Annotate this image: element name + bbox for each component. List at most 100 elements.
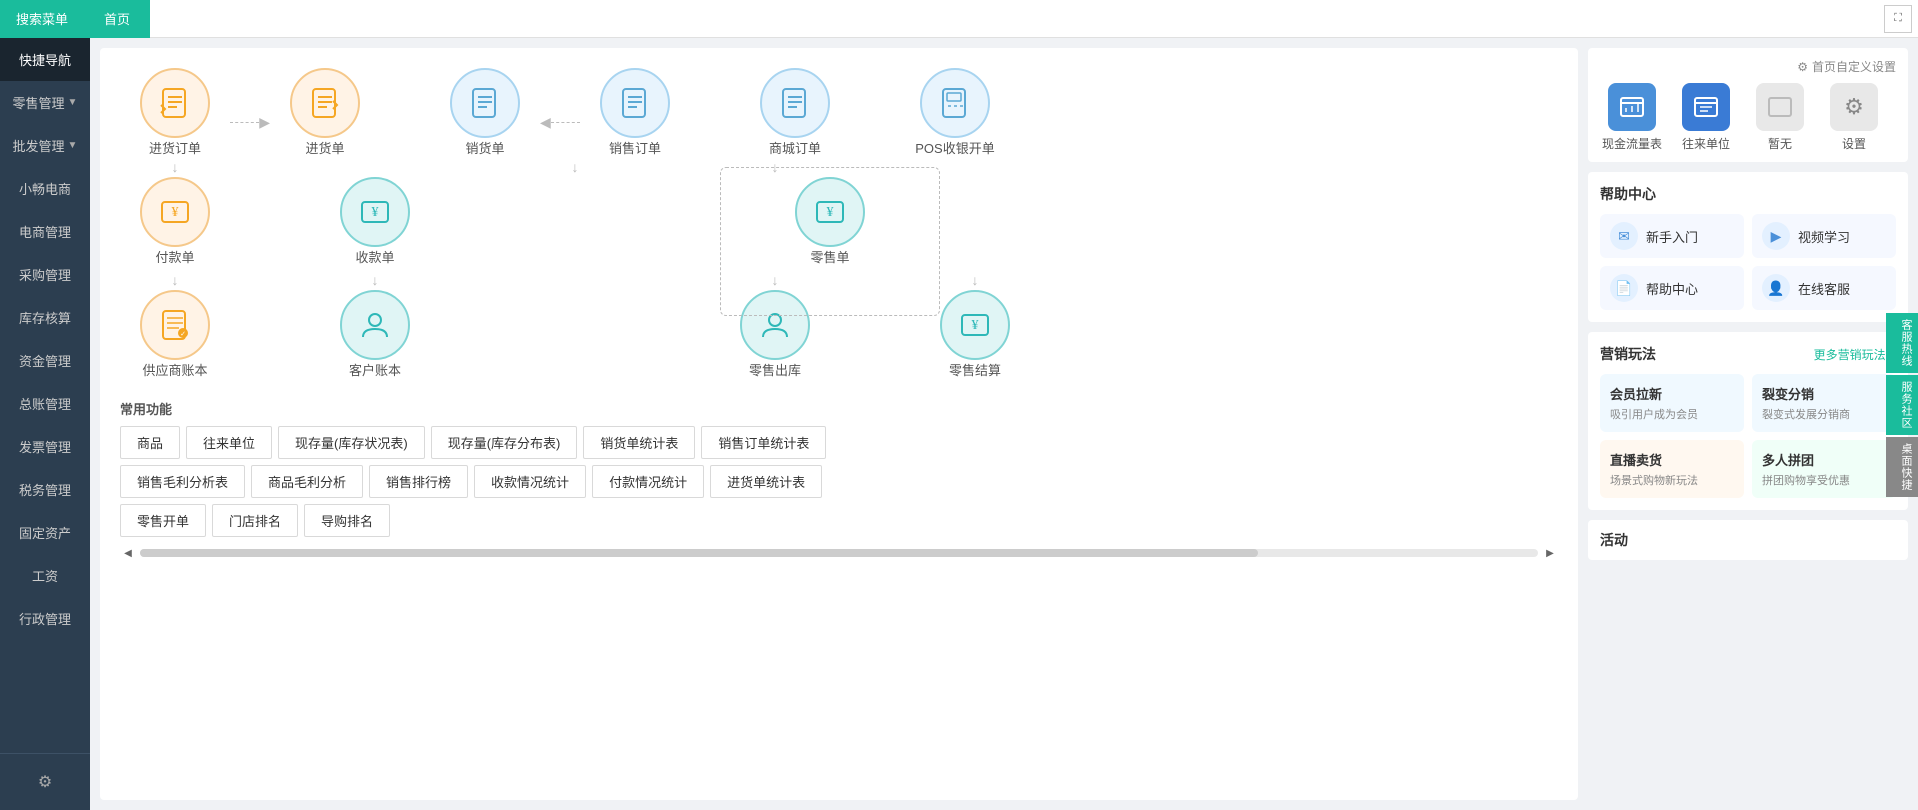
help-item-beginner[interactable]: ✉ 新手入门 <box>1600 214 1744 258</box>
sidebar-item-label: 总账管理 <box>19 394 71 413</box>
wf-circle-customer[interactable] <box>340 290 410 360</box>
sidebar-item-tax[interactable]: 税务管理 <box>0 468 90 511</box>
home-tab-label: 首页 <box>104 9 130 28</box>
wf-label-supplier: 供应商账本 <box>142 360 207 379</box>
empty-icon-box <box>1756 83 1804 131</box>
wf-circle-purchasebill[interactable] <box>290 68 360 138</box>
sidebar-item-purchase[interactable]: 采购管理 <box>0 253 90 296</box>
svg-text:¥: ¥ <box>372 205 379 220</box>
func-btn-inventory-status[interactable]: 现存量(库存状况表) <box>278 426 425 459</box>
sidebar-item-label: 零售管理 <box>13 93 65 112</box>
sidebar-item-assets[interactable]: 固定资产 <box>0 511 90 554</box>
wf-circle-supplier[interactable]: ✓ <box>140 290 210 360</box>
func-btn-salesorder-stat[interactable]: 销售订单统计表 <box>701 426 826 459</box>
func-btn-purchase-stat[interactable]: 进货单统计表 <box>710 465 822 498</box>
wf-label-retailout: 零售出库 <box>749 360 801 379</box>
scroll-track[interactable] <box>140 549 1538 557</box>
wf-circle-pos[interactable] <box>920 68 990 138</box>
top-bar: 搜索菜单 首页 ⛶ <box>0 0 1918 38</box>
help-item-video[interactable]: ▶ 视频学习 <box>1752 214 1896 258</box>
mkt-item-group[interactable]: 多人拼团 拼团购物享受优惠 <box>1752 440 1896 498</box>
sidebar-item-label: 电商管理 <box>19 222 71 241</box>
func-btn-retail-order[interactable]: 零售开单 <box>120 504 206 537</box>
scroll-left-btn[interactable]: ◀ <box>120 545 136 561</box>
wf-circle-receipt[interactable]: ¥ <box>340 177 410 247</box>
right-panel: ⚙ 首页自定义设置 现金流量表 <box>1588 48 1908 800</box>
sidebar-item-label: 快捷导航 <box>19 50 71 69</box>
sidebar-item-label: 库存核算 <box>19 308 71 327</box>
qn-label-empty: 暂无 <box>1768 135 1792 152</box>
float-btn-service[interactable]: 客服热线 <box>1886 313 1918 373</box>
wf-node-receipt: ¥ 收款单 <box>320 177 430 266</box>
wf-circle-salesorder[interactable] <box>600 68 670 138</box>
wf-node-salesorder: 销售订单 <box>580 68 690 157</box>
sidebar-item-ledger[interactable]: 总账管理 <box>0 382 90 425</box>
float-buttons: 客服热线 服务社区 桌面快捷 <box>1886 313 1918 497</box>
func-row2: 销售毛利分析表 商品毛利分析 销售排行榜 收款情况统计 付款情况统计 进货单统计… <box>120 465 1558 498</box>
func-btn-product-profit[interactable]: 商品毛利分析 <box>251 465 363 498</box>
func-btn-salesbill-stat[interactable]: 销货单统计表 <box>583 426 695 459</box>
func-btn-sales-profit[interactable]: 销售毛利分析表 <box>120 465 245 498</box>
func-btn-product[interactable]: 商品 <box>120 426 180 459</box>
help-item-online[interactable]: 👤 在线客服 <box>1752 266 1896 310</box>
mkt-group-title: 多人拼团 <box>1762 450 1886 469</box>
func-row3: 零售开单 门店排名 导购排名 <box>120 504 1558 537</box>
func-btn-inventory-dist[interactable]: 现存量(库存分布表) <box>431 426 578 459</box>
qn-item-empty[interactable]: 暂无 <box>1748 83 1812 152</box>
wf-circle-purchaseorder[interactable] <box>140 68 210 138</box>
sidebar-item-label: 资金管理 <box>19 351 71 370</box>
quick-nav-icons: 现金流量表 往来单位 暂无 <box>1600 83 1896 152</box>
sidebar-item-xiaochangec[interactable]: 小畅电商 <box>0 167 90 210</box>
sidebar-item-inventory[interactable]: 库存核算 <box>0 296 90 339</box>
mkt-item-member[interactable]: 会员拉新 吸引用户成为会员 <box>1600 374 1744 432</box>
sidebar-item-invoice[interactable]: 发票管理 <box>0 425 90 468</box>
left-panel: 进货订单 ▶ 进货单 <box>100 48 1578 800</box>
sidebar-item-ecom[interactable]: 电商管理 <box>0 210 90 253</box>
float-btn-desktop[interactable]: 桌面快捷 <box>1886 437 1918 497</box>
arrow-down-salesorder: ↓ <box>520 159 630 175</box>
help-item-beginner-label: 新手入门 <box>1646 227 1698 246</box>
qn-item-cashflow[interactable]: 现金流量表 <box>1600 83 1664 152</box>
svg-text:¥: ¥ <box>172 205 179 220</box>
sidebar-item-wholesale[interactable]: 批发管理 ▼ <box>0 124 90 167</box>
mkt-item-fission[interactable]: 裂变分销 裂变式发展分销商 <box>1752 374 1896 432</box>
wf-node-purchasebill: 进货单 <box>270 68 380 157</box>
marketing-more-link[interactable]: 更多营销玩法 > <box>1814 346 1896 363</box>
quick-nav-settings[interactable]: ⚙ 首页自定义设置 <box>1600 58 1896 75</box>
wf-circle-shoporder[interactable] <box>760 68 830 138</box>
sidebar-item-salary[interactable]: 工资 <box>0 554 90 597</box>
sidebar-item-admin[interactable]: 行政管理 <box>0 597 90 640</box>
arrow-icon: ▼ <box>68 97 78 108</box>
sidebar-item-retail[interactable]: 零售管理 ▼ <box>0 81 90 124</box>
beginner-icon: ✉ <box>1610 222 1638 250</box>
mkt-item-live[interactable]: 直播卖货 场景式购物新玩法 <box>1600 440 1744 498</box>
scroll-right-btn[interactable]: ▶ <box>1542 545 1558 561</box>
help-item-helpcenter[interactable]: 📄 帮助中心 <box>1600 266 1744 310</box>
sidebar-gear-button[interactable]: ⚙ <box>0 764 90 800</box>
qn-item-settings[interactable]: ⚙ 设置 <box>1822 83 1886 152</box>
wf-circle-retailsettle[interactable]: ¥ <box>940 290 1010 360</box>
func-btn-sales-rank[interactable]: 销售排行榜 <box>369 465 468 498</box>
func-btn-guide-rank[interactable]: 导购排名 <box>304 504 390 537</box>
wf-label-retailsettle: 零售结算 <box>949 360 1001 379</box>
sidebar-item-quicknav[interactable]: 快捷导航 <box>0 38 90 81</box>
wf-node-payment: ¥ 付款单 <box>120 177 230 266</box>
mkt-member-title: 会员拉新 <box>1610 384 1734 403</box>
func-btn-payment-stat[interactable]: 付款情况统计 <box>592 465 704 498</box>
wf-node-shoporder: 商城订单 <box>740 68 850 157</box>
func-btn-counterpart[interactable]: 往来单位 <box>186 426 272 459</box>
wf-label-customer: 客户账本 <box>349 360 401 379</box>
home-tab[interactable]: 首页 <box>84 0 150 38</box>
func-btn-receipt-stat[interactable]: 收款情况统计 <box>474 465 586 498</box>
search-menu-button[interactable]: 搜索菜单 <box>0 0 84 38</box>
float-btn-community[interactable]: 服务社区 <box>1886 375 1918 435</box>
func-btn-store-rank[interactable]: 门店排名 <box>212 504 298 537</box>
expand-button[interactable]: ⛶ <box>1884 5 1912 33</box>
qn-item-counterpart[interactable]: 往来单位 <box>1674 83 1738 152</box>
wf-circle-payment[interactable]: ¥ <box>140 177 210 247</box>
mkt-fission-desc: 裂变式发展分销商 <box>1762 406 1886 422</box>
sidebar-item-finance[interactable]: 资金管理 <box>0 339 90 382</box>
sidebar-item-label: 采购管理 <box>19 265 71 284</box>
common-func-title: 常用功能 <box>120 399 1558 418</box>
wf-circle-salesbill[interactable] <box>450 68 520 138</box>
